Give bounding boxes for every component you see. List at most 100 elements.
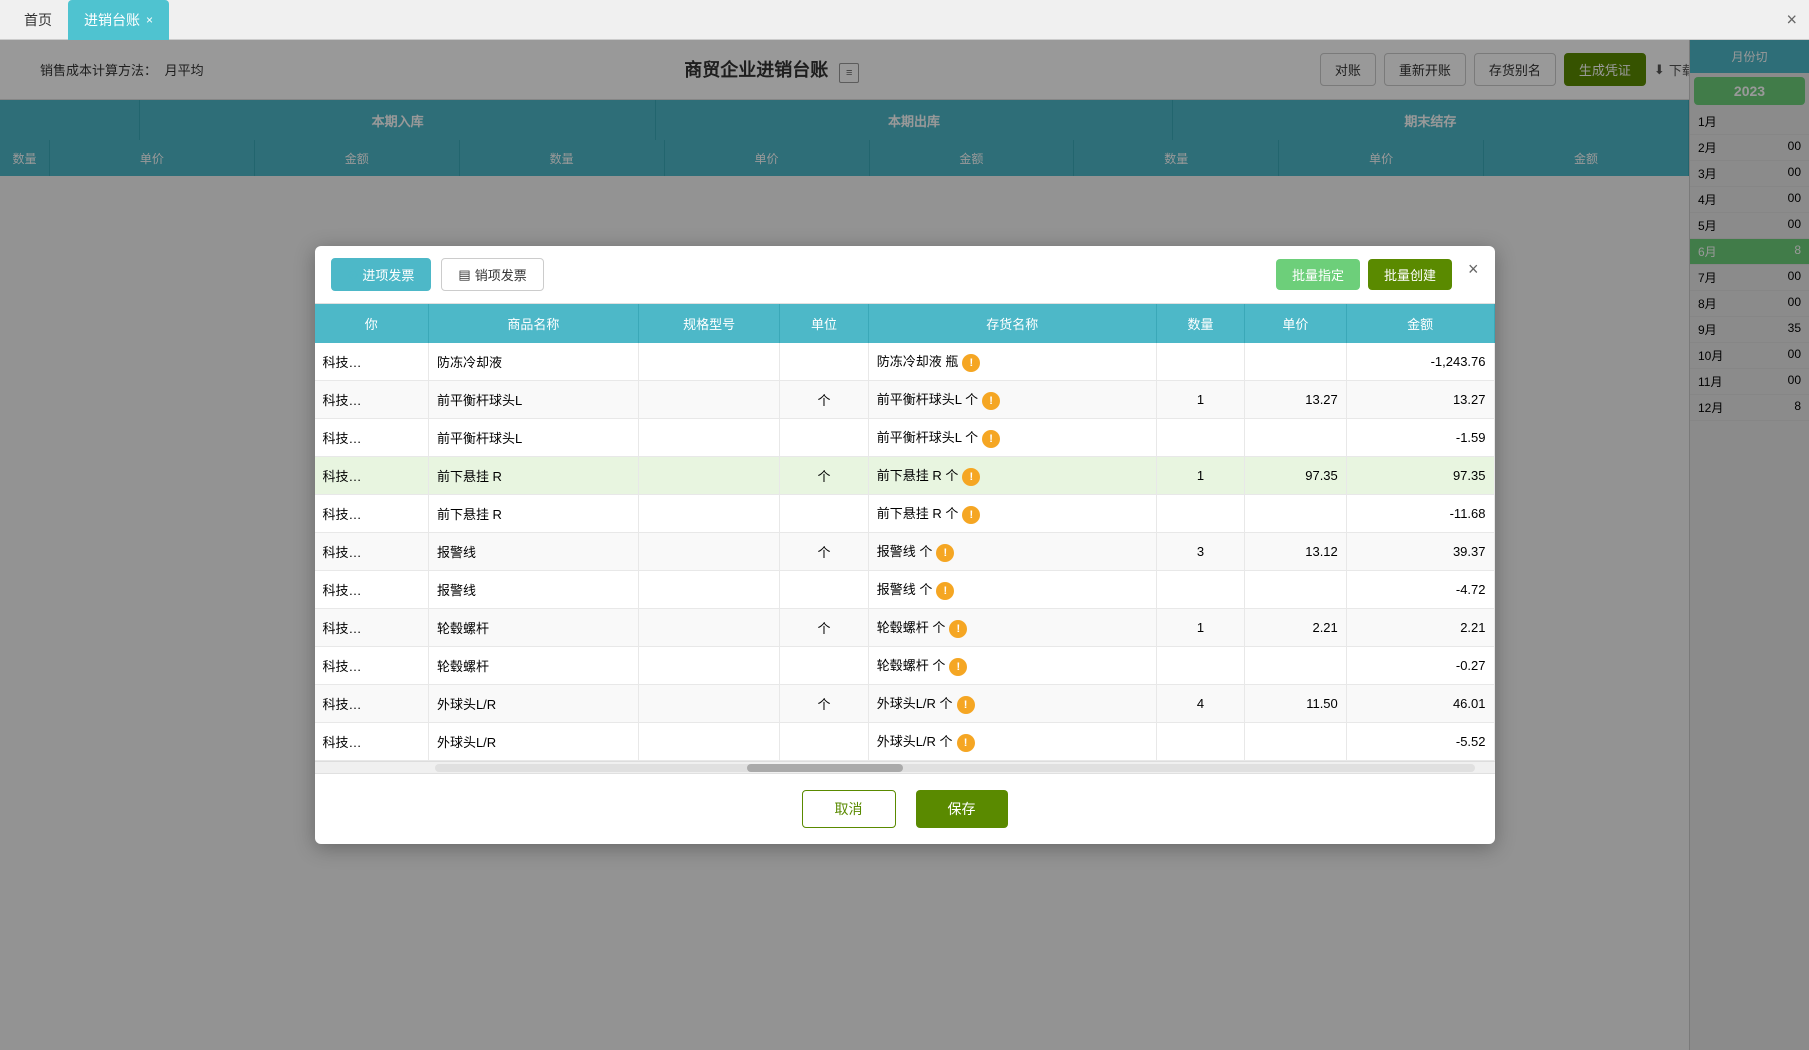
col-header-qty: 数量 xyxy=(1156,304,1244,343)
cell-company: 科技… xyxy=(315,343,429,381)
cell-amount: -11.68 xyxy=(1346,495,1494,533)
cell-company: 科技… xyxy=(315,723,429,761)
cell-unit xyxy=(780,723,868,761)
warn-icon: ! xyxy=(957,734,975,752)
cell-company: 科技… xyxy=(315,457,429,495)
cell-product: 外球头L/R xyxy=(428,723,638,761)
batch-create-button[interactable]: 批量创建 xyxy=(1368,259,1452,290)
table-row[interactable]: 科技… 前下悬挂 R 个 前下悬挂 R 个! 1 97.35 97.35 xyxy=(315,457,1495,495)
table-row[interactable]: 科技… 报警线 报警线 个! -4.72 xyxy=(315,571,1495,609)
table-row[interactable]: 科技… 报警线 个 报警线 个! 3 13.12 39.37 xyxy=(315,533,1495,571)
warn-icon: ! xyxy=(982,430,1000,448)
cell-unit: 个 xyxy=(780,685,868,723)
table-row[interactable]: 科技… 外球头L/R 外球头L/R 个! -5.52 xyxy=(315,723,1495,761)
cell-stock: 前下悬挂 R 个! xyxy=(868,457,1156,495)
cell-unit xyxy=(780,495,868,533)
cell-product: 外球头L/R xyxy=(428,685,638,723)
cell-product: 前平衡杆球头L xyxy=(428,419,638,457)
cell-amount: -5.52 xyxy=(1346,723,1494,761)
tab-incoming-invoices[interactable]: ⊙ 进项发票 xyxy=(331,258,432,291)
table-row[interactable]: 科技… 轮毂螺杆 轮毂螺杆 个! -0.27 xyxy=(315,647,1495,685)
cell-qty xyxy=(1156,343,1244,381)
warn-icon: ! xyxy=(957,696,975,714)
cell-amount: -1,243.76 xyxy=(1346,343,1494,381)
modal-table-container[interactable]: 你 商品名称 规格型号 单位 存货名称 数量 单价 金额 科技… 防冻冷却液 xyxy=(315,304,1495,761)
modal-overlay: ⊙ 进项发票 ▤ 销项发票 批量指定 批量创建 × xyxy=(0,40,1809,1050)
warn-icon: ! xyxy=(962,468,980,486)
cell-qty: 1 xyxy=(1156,609,1244,647)
warn-icon: ! xyxy=(962,354,980,372)
table-row[interactable]: 科技… 前平衡杆球头L 个 前平衡杆球头L 个! 1 13.27 13.27 xyxy=(315,381,1495,419)
window-close-button[interactable]: × xyxy=(1786,9,1797,30)
modal-close-button[interactable]: × xyxy=(1468,259,1479,290)
cell-product: 报警线 xyxy=(428,533,638,571)
cell-price xyxy=(1245,419,1347,457)
col-header-spec: 规格型号 xyxy=(638,304,780,343)
tab-outgoing-invoices[interactable]: ▤ 销项发票 xyxy=(441,258,543,291)
cell-spec xyxy=(638,685,780,723)
cell-qty xyxy=(1156,723,1244,761)
cell-company: 科技… xyxy=(315,381,429,419)
tab-home[interactable]: 首页 xyxy=(8,0,68,40)
tab-ledger[interactable]: 进销台账 × xyxy=(68,0,169,40)
cell-stock: 轮毂螺杆 个! xyxy=(868,647,1156,685)
cell-spec xyxy=(638,571,780,609)
cell-stock: 报警线 个! xyxy=(868,571,1156,609)
col-header-stock: 存货名称 xyxy=(868,304,1156,343)
col-header-company: 你 xyxy=(315,304,429,343)
incoming-icon: ⊙ xyxy=(348,267,359,283)
batch-assign-button[interactable]: 批量指定 xyxy=(1276,259,1360,290)
horizontal-scrollbar[interactable] xyxy=(315,761,1495,773)
cell-stock: 报警线 个! xyxy=(868,533,1156,571)
invoice-table: 你 商品名称 规格型号 单位 存货名称 数量 单价 金额 科技… 防冻冷却液 xyxy=(315,304,1495,761)
save-button[interactable]: 保存 xyxy=(916,790,1008,828)
modal-table-body: 科技… 防冻冷却液 防冻冷却液 瓶! -1,243.76 科技… 前平衡杆球头L… xyxy=(315,343,1495,761)
scrollbar-thumb[interactable] xyxy=(747,764,903,772)
cell-unit xyxy=(780,647,868,685)
cell-company: 科技… xyxy=(315,419,429,457)
cell-stock: 外球头L/R 个! xyxy=(868,723,1156,761)
cell-price: 11.50 xyxy=(1245,685,1347,723)
cell-company: 科技… xyxy=(315,495,429,533)
cell-price: 13.12 xyxy=(1245,533,1347,571)
cell-unit xyxy=(780,343,868,381)
table-row[interactable]: 科技… 前平衡杆球头L 前平衡杆球头L 个! -1.59 xyxy=(315,419,1495,457)
cell-qty: 3 xyxy=(1156,533,1244,571)
cell-stock: 前下悬挂 R 个! xyxy=(868,495,1156,533)
cell-amount: 39.37 xyxy=(1346,533,1494,571)
table-row[interactable]: 科技… 防冻冷却液 防冻冷却液 瓶! -1,243.76 xyxy=(315,343,1495,381)
cell-unit: 个 xyxy=(780,533,868,571)
cell-unit xyxy=(780,419,868,457)
cell-amount: 13.27 xyxy=(1346,381,1494,419)
tab-ledger-close[interactable]: × xyxy=(146,13,153,27)
scrollbar-track xyxy=(435,764,1475,772)
cancel-button[interactable]: 取消 xyxy=(802,790,896,828)
warn-icon: ! xyxy=(936,544,954,562)
warn-icon: ! xyxy=(949,620,967,638)
cell-price: 97.35 xyxy=(1245,457,1347,495)
cell-product: 轮毂螺杆 xyxy=(428,647,638,685)
cell-unit: 个 xyxy=(780,609,868,647)
col-header-price: 单价 xyxy=(1245,304,1347,343)
cell-product: 前下悬挂 R xyxy=(428,495,638,533)
cell-qty xyxy=(1156,647,1244,685)
modal-header-actions: 批量指定 批量创建 × xyxy=(1276,259,1479,290)
table-row[interactable]: 科技… 轮毂螺杆 个 轮毂螺杆 个! 1 2.21 2.21 xyxy=(315,609,1495,647)
cell-spec xyxy=(638,495,780,533)
cell-spec xyxy=(638,457,780,495)
cell-product: 轮毂螺杆 xyxy=(428,609,638,647)
cell-stock: 防冻冷却液 瓶! xyxy=(868,343,1156,381)
cell-unit: 个 xyxy=(780,457,868,495)
cell-price xyxy=(1245,495,1347,533)
cell-company: 科技… xyxy=(315,647,429,685)
cell-product: 前平衡杆球头L xyxy=(428,381,638,419)
cell-company: 科技… xyxy=(315,685,429,723)
table-row[interactable]: 科技… 外球头L/R 个 外球头L/R 个! 4 11.50 46.01 xyxy=(315,685,1495,723)
cell-qty xyxy=(1156,419,1244,457)
cell-company: 科技… xyxy=(315,571,429,609)
cell-stock: 前平衡杆球头L 个! xyxy=(868,419,1156,457)
table-row[interactable]: 科技… 前下悬挂 R 前下悬挂 R 个! -11.68 xyxy=(315,495,1495,533)
cell-spec xyxy=(638,343,780,381)
cell-spec xyxy=(638,381,780,419)
cell-amount: -4.72 xyxy=(1346,571,1494,609)
